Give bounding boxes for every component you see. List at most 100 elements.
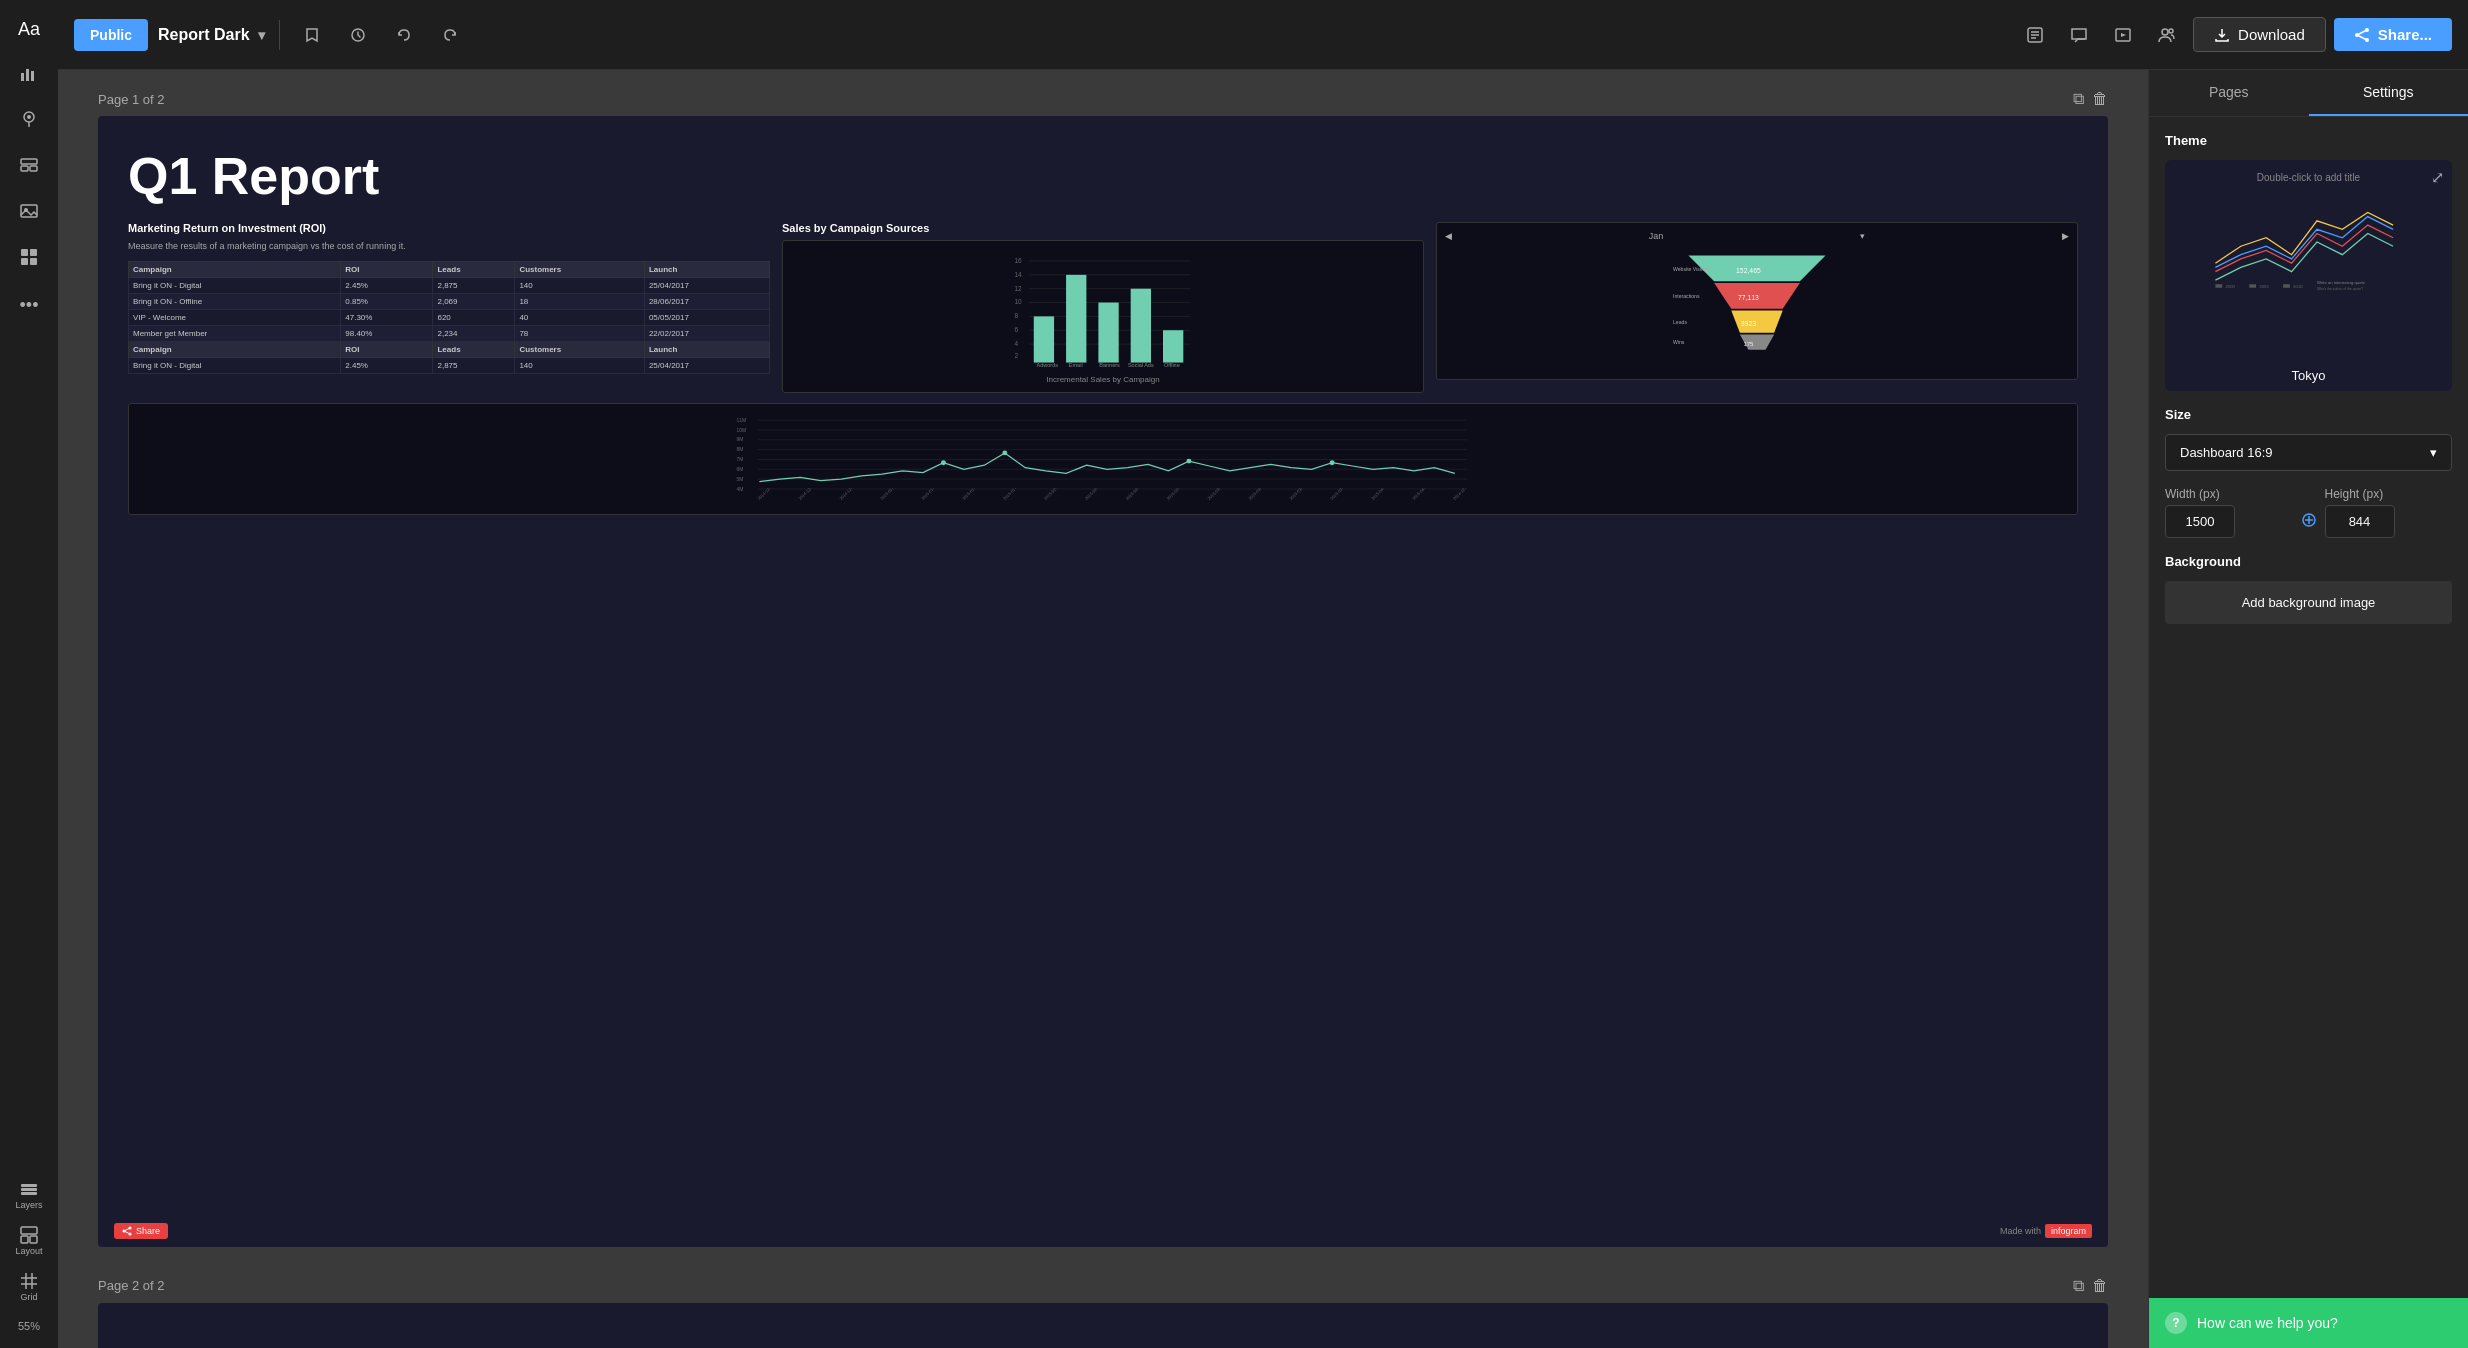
redo-button[interactable] bbox=[432, 17, 468, 53]
svg-rect-117 bbox=[2215, 284, 2222, 287]
theme-title-hint: Double-click to add title bbox=[2177, 172, 2440, 183]
col2-campaign: Campaign bbox=[129, 341, 341, 357]
svg-text:10M: 10M bbox=[736, 428, 746, 433]
sidebar-icon-template[interactable] bbox=[8, 238, 50, 280]
public-button[interactable]: Public bbox=[74, 19, 148, 51]
sidebar-item-layers[interactable]: Layers bbox=[8, 1174, 50, 1216]
svg-text:2015-01-: 2015-01- bbox=[879, 486, 895, 502]
bar-chart-icon bbox=[19, 63, 39, 88]
delete-page-button[interactable]: 🗑 bbox=[2092, 90, 2108, 108]
svg-rect-17 bbox=[21, 1227, 37, 1234]
svg-text:2014-12-: 2014-12- bbox=[757, 486, 773, 502]
preview-button[interactable] bbox=[2105, 17, 2141, 53]
svg-point-92 bbox=[1330, 460, 1335, 465]
funnel-dropdown-arrow: ▾ bbox=[1860, 231, 1865, 241]
sidebar-icon-map[interactable] bbox=[8, 100, 50, 142]
page-1-label: Page 1 of 2 ⧉ 🗑 bbox=[98, 90, 2108, 108]
panel-settings-content: Theme ⤢ Double-click to add title 2000 2… bbox=[2149, 117, 2468, 640]
svg-text:Offline: Offline bbox=[1164, 362, 1180, 368]
image-icon bbox=[19, 201, 39, 226]
theme-edit-button[interactable]: ⤢ bbox=[2431, 168, 2444, 187]
col-launch: Launch bbox=[644, 261, 769, 277]
width-input[interactable] bbox=[2165, 505, 2235, 538]
sidebar-item-layout[interactable]: Layout bbox=[8, 1220, 50, 1262]
page-2-canvas[interactable]: Page 2 bbox=[98, 1303, 2108, 1348]
download-label: Download bbox=[2238, 26, 2305, 43]
funnel-next[interactable]: ▶ bbox=[2062, 231, 2069, 241]
svg-text:2015-03-: 2015-03- bbox=[1288, 486, 1304, 502]
made-with-label: Made with bbox=[2000, 1226, 2041, 1236]
link-dimensions-icon[interactable] bbox=[2301, 512, 2317, 531]
size-dropdown[interactable]: Dashboard 16:9 ▾ bbox=[2165, 434, 2452, 471]
funnel-area: ◀ Jan ▾ ▶ bbox=[1436, 222, 2078, 380]
svg-text:Write an interesting quote: Write an interesting quote bbox=[2317, 280, 2366, 285]
page-1-canvas[interactable]: Q1 Report Marketing Return on Investment… bbox=[98, 116, 2108, 1247]
svg-text:2015-01-: 2015-01- bbox=[1002, 486, 1018, 502]
height-input[interactable] bbox=[2325, 505, 2395, 538]
map-icon bbox=[19, 109, 39, 134]
roi-title: Marketing Return on Investment (ROI) bbox=[128, 222, 770, 234]
share-button[interactable]: Share... bbox=[2334, 18, 2452, 51]
report-name-dropdown[interactable]: Report Dark ▾ bbox=[158, 26, 265, 44]
svg-text:2015-02-: 2015-02- bbox=[1043, 486, 1059, 502]
height-label: Height (px) bbox=[2325, 487, 2453, 501]
theme-chart-preview: 2000 2005 2010 Write an interesting quot… bbox=[2177, 187, 2440, 297]
svg-rect-121 bbox=[2283, 284, 2290, 287]
svg-text:2015-02-: 2015-02- bbox=[1125, 486, 1141, 502]
sidebar-icon-layout[interactable] bbox=[8, 146, 50, 188]
duplicate-page-button[interactable]: ⧉ bbox=[2073, 90, 2084, 108]
svg-text:2015-01-: 2015-01- bbox=[961, 486, 977, 502]
undo-button[interactable] bbox=[386, 17, 422, 53]
funnel-section: ◀ Jan ▾ ▶ bbox=[1436, 222, 2078, 393]
page-2-label: Page 2 of 2 ⧉ 🗑 bbox=[98, 1277, 2108, 1295]
share-badge[interactable]: Share bbox=[114, 1223, 168, 1239]
svg-text:Email: Email bbox=[1069, 362, 1083, 368]
tab-pages[interactable]: Pages bbox=[2149, 70, 2309, 116]
bar-chart-subtitle: Incremental Sales by Campaign bbox=[791, 375, 1415, 384]
sidebar-icon-chart[interactable] bbox=[8, 54, 50, 96]
layout-icon bbox=[19, 155, 39, 180]
page-1-actions: ⧉ 🗑 bbox=[2073, 90, 2108, 108]
funnel-prev[interactable]: ◀ bbox=[1445, 231, 1452, 241]
duplicate-page2-button[interactable]: ⧉ bbox=[2073, 1277, 2084, 1295]
col2-leads: Leads bbox=[433, 341, 515, 357]
table-row: Bring it ON - Offline0.85%2,0691828/06/2… bbox=[129, 293, 770, 309]
col-leads: Leads bbox=[433, 261, 515, 277]
svg-rect-53 bbox=[1066, 275, 1086, 363]
q1-report-title: Q1 Report bbox=[128, 146, 2078, 206]
sidebar-icon-image[interactable] bbox=[8, 192, 50, 234]
tab-settings-label: Settings bbox=[2363, 84, 2414, 100]
svg-point-31 bbox=[2169, 29, 2173, 33]
svg-rect-8 bbox=[21, 205, 37, 217]
sidebar-item-grid[interactable]: Grid bbox=[8, 1266, 50, 1308]
theme-preview[interactable]: ⤢ Double-click to add title 2000 2005 20… bbox=[2165, 160, 2452, 391]
svg-point-30 bbox=[2162, 29, 2168, 35]
sidebar-icon-more[interactable]: ••• bbox=[8, 284, 50, 326]
font-icon: Aa bbox=[18, 19, 40, 40]
svg-text:6: 6 bbox=[1014, 326, 1018, 333]
svg-text:6M: 6M bbox=[736, 467, 743, 472]
download-button[interactable]: Download bbox=[2193, 17, 2326, 52]
svg-point-93 bbox=[1186, 459, 1191, 464]
bar-chart-area: 16 14 12 10 8 6 4 2 bbox=[782, 240, 1424, 393]
bookmark-button[interactable] bbox=[294, 17, 330, 53]
add-background-image-button[interactable]: Add background image bbox=[2165, 581, 2452, 624]
svg-text:2: 2 bbox=[1014, 352, 1018, 359]
notes-button[interactable] bbox=[2017, 17, 2053, 53]
col2-customers: Customers bbox=[515, 341, 645, 357]
grid-label: Grid bbox=[20, 1293, 37, 1302]
help-label: How can we help you? bbox=[2197, 1315, 2338, 1331]
tab-settings[interactable]: Settings bbox=[2309, 70, 2469, 116]
canvas-footer: Share Made with infogram bbox=[114, 1223, 2092, 1239]
delete-page2-button[interactable]: 🗑 bbox=[2092, 1277, 2108, 1295]
svg-text:Who's the author of the quote?: Who's the author of the quote? bbox=[2317, 287, 2363, 291]
help-button[interactable]: ? How can we help you? bbox=[2149, 1298, 2468, 1348]
history-button[interactable] bbox=[340, 17, 376, 53]
more-icon: ••• bbox=[20, 295, 39, 316]
svg-text:2015-01-: 2015-01- bbox=[920, 486, 936, 502]
share-users-button[interactable] bbox=[2149, 17, 2185, 53]
sidebar-icon-font[interactable]: Aa bbox=[8, 8, 50, 50]
comments-button[interactable] bbox=[2061, 17, 2097, 53]
svg-rect-2 bbox=[31, 71, 34, 81]
background-section-title: Background bbox=[2165, 554, 2452, 569]
